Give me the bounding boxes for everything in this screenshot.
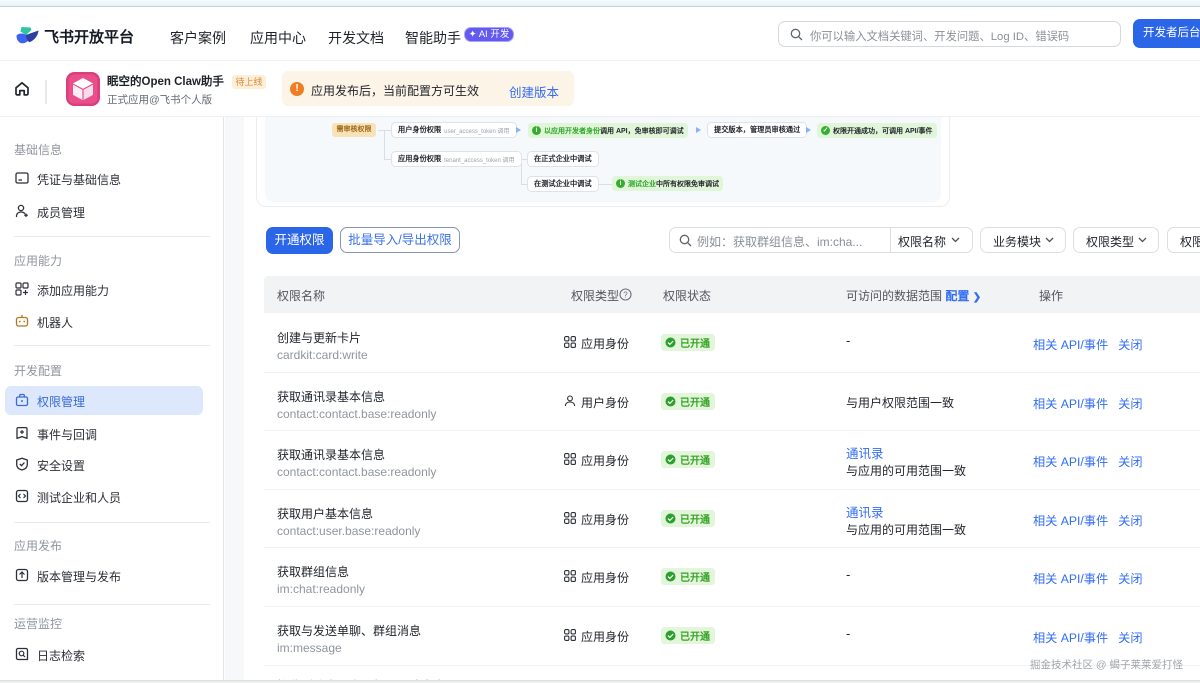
svg-text:?: ? [623,290,628,299]
